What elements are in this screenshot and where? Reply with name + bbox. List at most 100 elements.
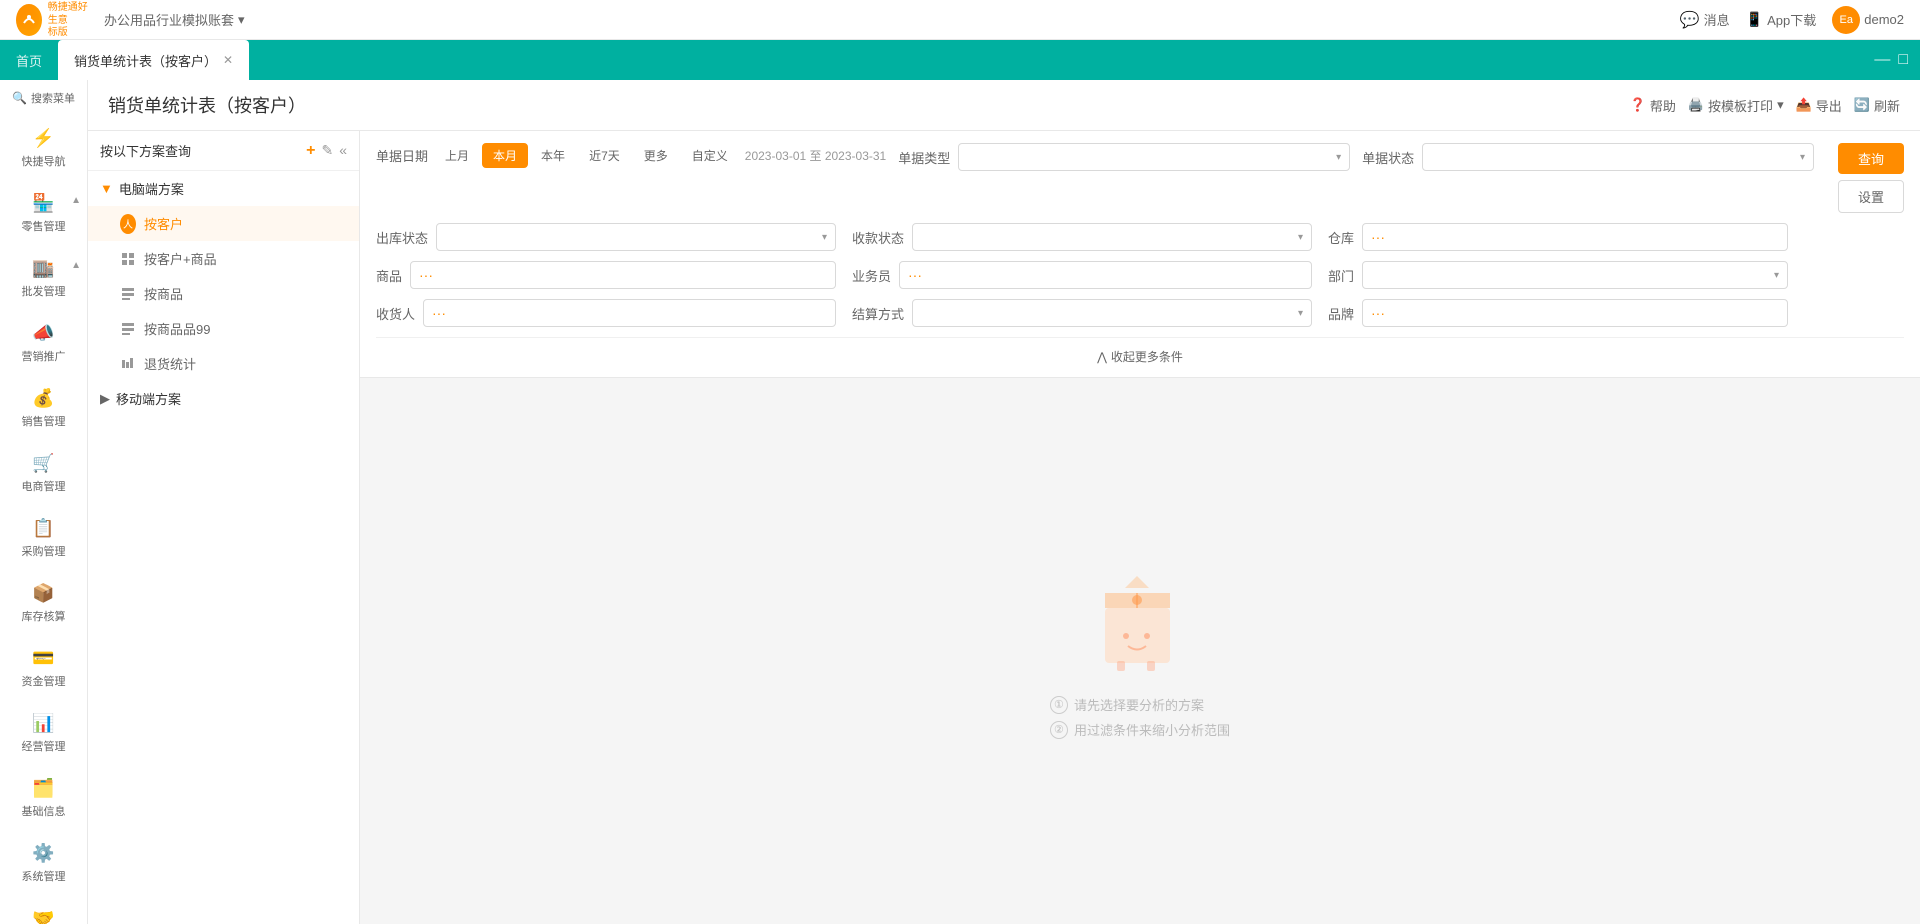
collapse-row: ⋀ 收起更多条件 (376, 337, 1904, 365)
add-scheme-button[interactable]: + (306, 142, 315, 160)
date-btn-last-month[interactable]: 上月 (434, 143, 480, 168)
type-select[interactable]: ▾ (958, 143, 1350, 171)
mobile-group-toggle[interactable]: ▶ 移动端方案 (88, 381, 359, 416)
payment-filter: 收款状态 ▾ (852, 223, 1312, 251)
sidebar-item-system[interactable]: ⚙️ 系统管理 (0, 831, 87, 896)
filter-row-4: 收货人 ··· 结算方式 ▾ (376, 299, 1904, 327)
date-btn-this-year[interactable]: 本年 (530, 143, 576, 168)
hint-text-2: 用过滤条件来缩小分析范围 (1074, 720, 1230, 739)
warehouse-dots[interactable]: ··· (1371, 229, 1385, 245)
sidebar-item-operations[interactable]: 📊 经营管理 (0, 701, 87, 766)
product-dots[interactable]: ··· (419, 267, 433, 283)
sidebar-item-label-marketing: 营销推广 (22, 348, 66, 364)
date-btn-last7[interactable]: 近7天 (578, 143, 631, 168)
message-button[interactable]: 💬 消息 (1680, 10, 1730, 30)
empty-state: ① 请先选择要分析的方案 ② 用过滤条件来缩小分析范围 (360, 378, 1920, 924)
app-download-button[interactable]: 📱 App下载 (1746, 10, 1817, 29)
sidebar-item-enterprise[interactable]: 🤝 企业协同 (0, 896, 87, 924)
department-select[interactable]: ▾ (1362, 261, 1788, 289)
status-select[interactable]: ▾ (1422, 143, 1814, 171)
desktop-group-toggle[interactable]: ▼ 电脑端方案 (88, 171, 359, 206)
help-icon: ❓ (1630, 97, 1646, 113)
sidebar-item-ecommerce[interactable]: 🛒 电商管理 (0, 441, 87, 506)
collapse-button[interactable]: ⋀ 收起更多条件 (1097, 348, 1183, 365)
export-button[interactable]: 📤 导出 (1796, 96, 1842, 115)
date-btn-more[interactable]: 更多 (633, 143, 679, 168)
sidebar-item-purchase[interactable]: 📋 采购管理 (0, 506, 87, 571)
tab-close-icon[interactable]: ✕ (223, 53, 233, 67)
collapse-panel-button[interactable]: « (339, 142, 347, 160)
help-button[interactable]: ❓ 帮助 (1630, 96, 1676, 115)
page-actions: ❓ 帮助 🖨️ 按模板打印 ▾ 📤 导出 🔄 刷新 (1630, 96, 1900, 115)
sidebar-item-quick-nav[interactable]: ⚡ 快捷导航 (0, 116, 87, 181)
brand-dots[interactable]: ··· (1371, 305, 1385, 321)
tab-stats[interactable]: 销货单统计表（按客户） ✕ (58, 40, 249, 80)
scheme-item-by-customer-product[interactable]: 按客户+商品 (88, 241, 359, 276)
empty-svg (1075, 568, 1205, 678)
sidebar: 🔍 搜索菜单 ⚡ 快捷导航 🏪 零售管理 ▲ 🏬 批发管理 ▲ 📣 营销推广 (0, 80, 88, 924)
receiver-select[interactable]: ··· (423, 299, 836, 327)
scheme-item-label-by-customer: 按客户 (144, 214, 183, 233)
print-label: 按模板打印 (1708, 96, 1773, 115)
payment-select[interactable]: ▾ (912, 223, 1312, 251)
refresh-button[interactable]: 🔄 刷新 (1854, 96, 1900, 115)
salesperson-dots[interactable]: ··· (908, 267, 922, 283)
desktop-scheme-group: ▼ 电脑端方案 人 按客户 (88, 171, 359, 381)
sidebar-item-finance[interactable]: 💳 资金管理 (0, 636, 87, 701)
sidebar-item-inventory[interactable]: 📦 库存核算 (0, 571, 87, 636)
sidebar-item-basic[interactable]: 🗂️ 基础信息 (0, 766, 87, 831)
query-button[interactable]: 查询 (1838, 143, 1904, 174)
user-menu[interactable]: Ea demo2 (1832, 6, 1904, 34)
warehouse-select[interactable]: ··· (1362, 223, 1788, 251)
scheme-item-return-stats[interactable]: 退货统计 (88, 346, 359, 381)
action-buttons: 查询 设置 (1826, 143, 1904, 213)
shipment-select[interactable]: ▾ (436, 223, 836, 251)
tab-bar: 首页 销货单统计表（按客户） ✕ — □ (0, 40, 1920, 80)
date-range-display: 2023-03-01 至 2023-03-31 (745, 147, 886, 164)
scheme-item-by-customer[interactable]: 人 按客户 (88, 206, 359, 241)
tab-home-label: 首页 (16, 51, 42, 70)
brand-select[interactable]: ··· (1362, 299, 1788, 327)
date-label: 单据日期 (376, 146, 428, 165)
message-label: 消息 (1704, 10, 1730, 29)
mobile-group-label: 移动端方案 (116, 389, 181, 408)
page-title: 销货单统计表（按客户） (108, 92, 306, 118)
industry-arrow: ▾ (238, 12, 245, 28)
settings-button[interactable]: 设置 (1838, 180, 1904, 213)
maximize-icon[interactable]: □ (1898, 51, 1908, 69)
search-menu-button[interactable]: 🔍 搜索菜单 (0, 80, 87, 116)
sidebar-item-wholesale[interactable]: 🏬 批发管理 ▲ (0, 246, 87, 311)
sidebar-item-marketing[interactable]: 📣 营销推广 (0, 311, 87, 376)
receiver-dots[interactable]: ··· (432, 305, 446, 321)
scheme-item-by-product[interactable]: 按商品 (88, 276, 359, 311)
industry-selector[interactable]: 办公用品行业模拟账套 ▾ (104, 10, 245, 29)
date-btn-custom[interactable]: 自定义 (681, 143, 739, 168)
date-filter-section: 单据日期 上月 本月 本年 近7天 更多 自定义 2023-03-01 至 20… (376, 143, 886, 168)
date-btn-this-month[interactable]: 本月 (482, 143, 528, 168)
minimize-icon[interactable]: — (1874, 51, 1890, 69)
search-menu-label: 搜索菜单 (31, 90, 75, 106)
edit-scheme-button[interactable]: ✎ (321, 142, 333, 160)
settlement-select[interactable]: ▾ (912, 299, 1312, 327)
tab-home[interactable]: 首页 (0, 40, 58, 80)
tab-bar-actions: — □ (1862, 51, 1920, 69)
payment-arrow-icon: ▾ (1298, 232, 1303, 243)
sidebar-item-label-operations: 经营管理 (22, 738, 66, 754)
retail-arrow: ▲ (71, 195, 81, 206)
filter-row-3: 商品 ··· 业务员 ··· (376, 261, 1904, 289)
product-select[interactable]: ··· (410, 261, 836, 289)
collapse-label: 收起更多条件 (1111, 348, 1183, 365)
salesperson-select[interactable]: ··· (899, 261, 1312, 289)
receiver-filter: 收货人 ··· (376, 299, 836, 327)
settlement-filter: 结算方式 ▾ (852, 299, 1312, 327)
export-icon: 📤 (1796, 97, 1812, 113)
scheme-item-label-by-product: 按商品 (144, 284, 183, 303)
scheme-item-by-product99[interactable]: 按商品品99 (88, 311, 359, 346)
sidebar-item-sales[interactable]: 💰 销售管理 (0, 376, 87, 441)
hint-number-1: ① (1050, 696, 1068, 714)
print-button[interactable]: 🖨️ 按模板打印 ▾ (1688, 96, 1784, 115)
sidebar-item-retail[interactable]: 🏪 零售管理 ▲ (0, 181, 87, 246)
sidebar-item-label-inventory: 库存核算 (22, 608, 66, 624)
logo-icon (16, 4, 42, 36)
status-arrow-icon: ▾ (1800, 152, 1805, 163)
